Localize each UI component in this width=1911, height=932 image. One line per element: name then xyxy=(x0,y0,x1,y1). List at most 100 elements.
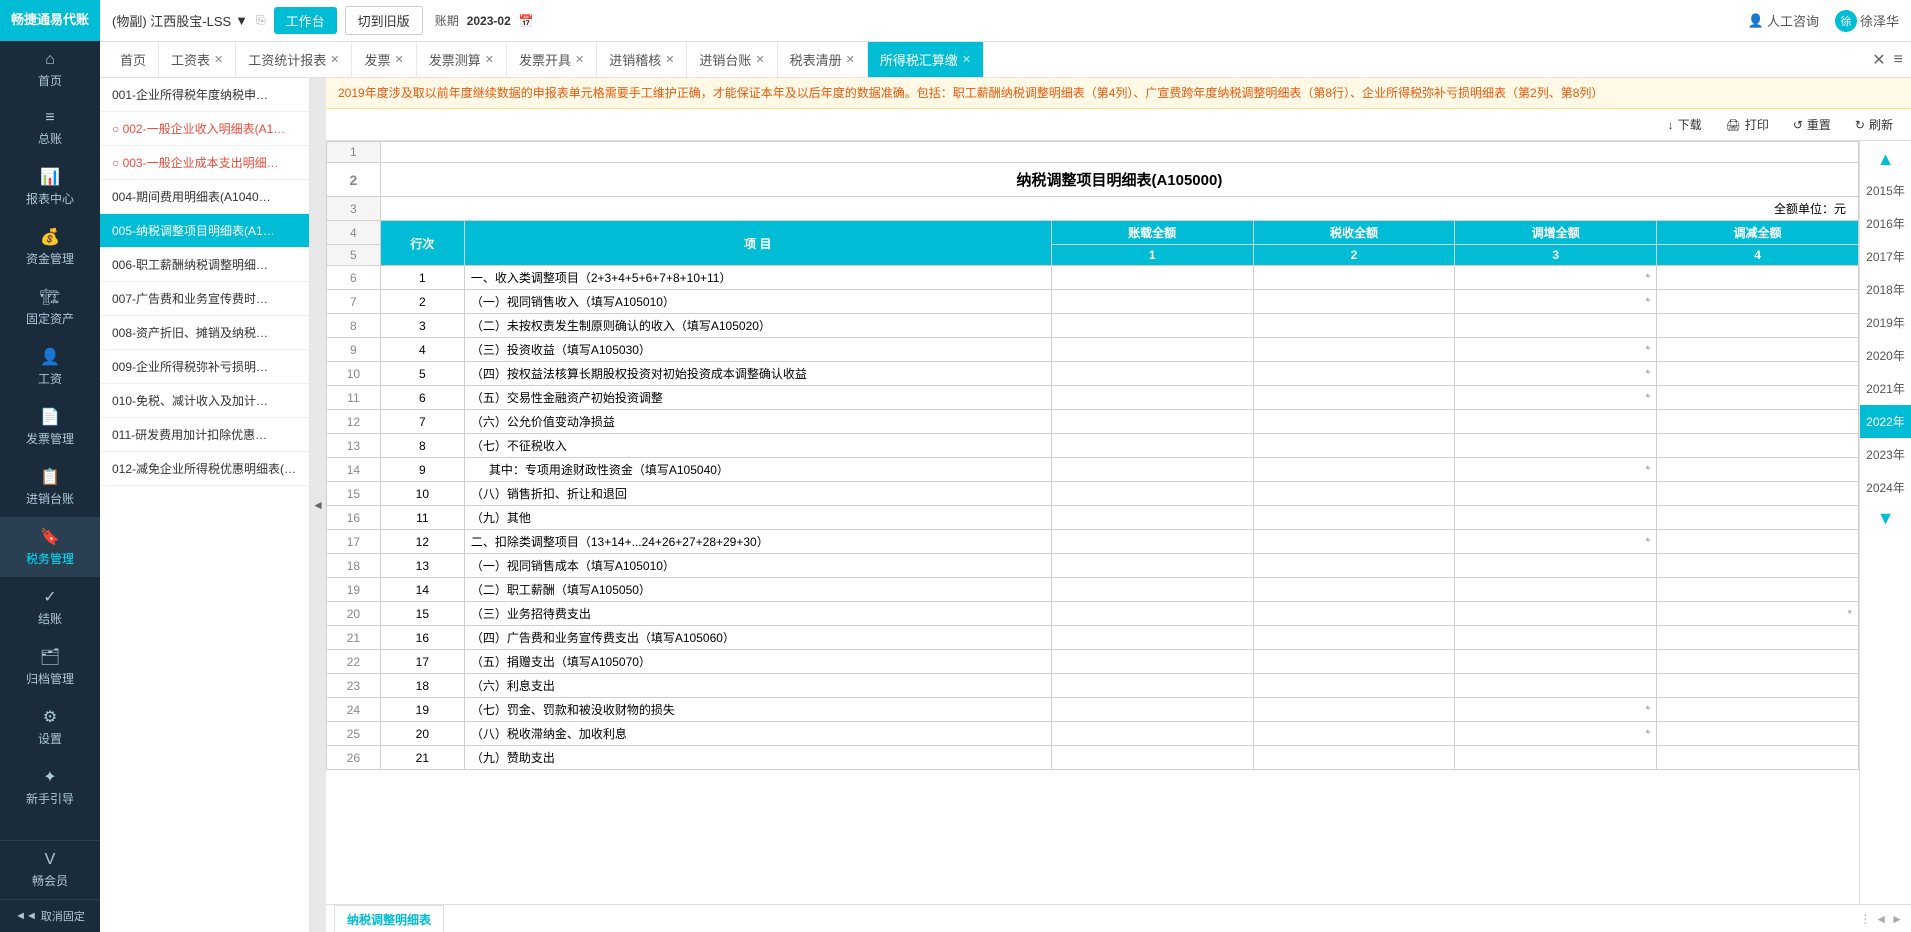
sidebar-item-settings[interactable]: ⚙ 设置 xyxy=(0,697,100,757)
left-panel-item-002[interactable]: ○ 002-一般企业收入明细表(A1… xyxy=(100,112,309,146)
tab-payroll[interactable]: 工资表✕ xyxy=(159,42,236,78)
sidebar-item-archive[interactable]: 🗂 归档管理 xyxy=(0,637,100,697)
content-area: 001-企业所得税年度纳税申… ○ 002-一般企业收入明细表(A1… ○ 00… xyxy=(100,78,1911,932)
workbench-button[interactable]: 工作台 xyxy=(274,7,337,34)
spreadsheet-wrapper[interactable]: 1 2 纳税调整项目明细表(A105000) 3 全额单位：元 xyxy=(326,141,1859,904)
sidebar-item-ledger[interactable]: ≡ 总账 xyxy=(0,99,100,157)
left-panel-item-011[interactable]: 011-研发费用加计扣除优惠… xyxy=(100,418,309,452)
left-panel-item-009[interactable]: 009-企业所得税弥补亏损明… xyxy=(100,350,309,384)
fixed-asset-icon: 🏗 xyxy=(40,287,60,307)
copy-icon[interactable]: ⎘ xyxy=(256,13,266,28)
close-tab-tax-list[interactable]: ✕ xyxy=(846,53,855,66)
sidebar-item-member[interactable]: V 畅会员 xyxy=(0,841,100,899)
tab-tax-list[interactable]: 税表清册✕ xyxy=(778,42,868,78)
sidebar-item-report[interactable]: 📊 报表中心 xyxy=(0,157,100,217)
sidebar-item-payroll[interactable]: 👤 工资 xyxy=(0,337,100,397)
sidebar-item-settle[interactable]: ✓ 结账 xyxy=(0,577,100,637)
col-num-4: 4 xyxy=(1657,245,1859,266)
tab-income-tax[interactable]: 所得税汇算缴✕ xyxy=(868,42,984,78)
left-panel-item-012[interactable]: 012-减免企业所得税优惠明细表(… xyxy=(100,452,309,486)
close-tab-purchase-audit[interactable]: ✕ xyxy=(665,53,674,66)
tab-purchase-ledger[interactable]: 进销台账✕ xyxy=(687,42,777,78)
col-num-3: 3 xyxy=(1455,245,1657,266)
sidebar-item-purchase-sale[interactable]: 📋 进销台账 xyxy=(0,457,100,517)
sidebar-item-fixed-asset[interactable]: 🏗 固定资产 xyxy=(0,277,100,337)
left-panel-item-004[interactable]: 004-期间费用明细表(A1040… xyxy=(100,180,309,214)
consult-link[interactable]: 👤 人工咨询 xyxy=(1748,11,1819,30)
sidebar-item-guide[interactable]: ✦ 新手引导 xyxy=(0,757,100,817)
tab-invoice-calc[interactable]: 发票测算✕ xyxy=(417,42,507,78)
sidebar-item-asset-mgmt[interactable]: 💰 资金管理 xyxy=(0,217,100,277)
print-button[interactable]: 🖨 打印 xyxy=(1720,113,1775,136)
year-nav-down[interactable]: ▼ xyxy=(1873,504,1899,533)
sidebar-item-tax[interactable]: 🔖 税务管理 xyxy=(0,517,100,577)
close-tab-purchase-ledger[interactable]: ✕ xyxy=(755,53,764,66)
table-row: 13 8 （七）不征税收入 xyxy=(327,434,1859,458)
nav-more-icon[interactable]: ≡ xyxy=(1894,51,1903,69)
year-item-2023[interactable]: 2023年 xyxy=(1860,438,1911,471)
reset-button[interactable]: ↺ 重置 xyxy=(1787,113,1837,136)
consult-icon: 👤 xyxy=(1748,13,1764,29)
tab-invoice[interactable]: 发票✕ xyxy=(352,42,416,78)
calendar-icon[interactable]: 📅 xyxy=(519,14,534,28)
table-row: 19 14 （二）职工薪酬（填写A105050） xyxy=(327,578,1859,602)
company-selector[interactable]: (物副) 江西股宝-LSS ▼ xyxy=(112,11,248,30)
tab-home[interactable]: 首页 xyxy=(108,42,159,78)
year-item-2017[interactable]: 2017年 xyxy=(1860,240,1911,273)
sheet-toolbar: ↓ 下载 🖨 打印 ↺ 重置 ↻ 刷新 xyxy=(326,109,1911,141)
left-panel-item-007[interactable]: 007-广告费和业务宣传费时… xyxy=(100,282,309,316)
sidebar-item-label: 畅会员 xyxy=(32,872,68,889)
left-panel-item-010[interactable]: 010-免税、减计收入及加计… xyxy=(100,384,309,418)
close-all-icon[interactable]: ✕ xyxy=(1872,50,1885,70)
topbar: (物副) 江西股宝-LSS ▼ ⎘ 工作台 切到旧版 账期 2023-02 📅 … xyxy=(100,0,1911,42)
close-tab-payroll-report[interactable]: ✕ xyxy=(330,53,339,66)
refresh-button[interactable]: ↻ 刷新 xyxy=(1849,113,1899,136)
download-icon: ↓ xyxy=(1668,118,1674,132)
year-item-2024[interactable]: 2024年 xyxy=(1860,471,1911,504)
year-item-2016[interactable]: 2016年 xyxy=(1860,207,1911,240)
left-panel-item-005[interactable]: 005-纳税调整项目明细表(A1… xyxy=(100,214,309,248)
user-avatar: 徐 xyxy=(1835,10,1857,32)
close-tab-invoice[interactable]: ✕ xyxy=(395,53,404,66)
year-panel: ▲ 2015年 2016年 2017年 2018年 2019年 2020年 20… xyxy=(1859,141,1911,904)
pin-sidebar-button[interactable]: ◄◄ 取消固定 xyxy=(0,899,100,932)
tab-invoice-issue[interactable]: 发票开具✕ xyxy=(507,42,597,78)
tab-purchase-audit[interactable]: 进销稽核✕ xyxy=(597,42,687,78)
close-tab-income-tax[interactable]: ✕ xyxy=(962,53,971,66)
sidebar-item-label: 报表中心 xyxy=(26,190,74,207)
sidebar-item-label: 首页 xyxy=(38,72,62,89)
year-nav-up[interactable]: ▲ xyxy=(1873,145,1899,174)
refresh-icon: ↻ xyxy=(1855,118,1865,132)
table-row: 18 13 （一）视同销售成本（填写A105010） xyxy=(327,554,1859,578)
year-item-2018[interactable]: 2018年 xyxy=(1860,273,1911,306)
invoice-icon: 📄 xyxy=(40,407,60,427)
user-info[interactable]: 徐 徐泽华 xyxy=(1835,10,1899,32)
close-tab-invoice-issue[interactable]: ✕ xyxy=(575,53,584,66)
left-panel-item-006[interactable]: 006-职工薪酬纳税调整明细… xyxy=(100,248,309,282)
sidebar-item-invoice[interactable]: 📄 发票管理 xyxy=(0,397,100,457)
close-tab-payroll[interactable]: ✕ xyxy=(214,53,223,66)
left-panel-item-001[interactable]: 001-企业所得税年度纳税申… xyxy=(100,78,309,112)
left-panel-item-003[interactable]: ○ 003-一般企业成本支出明细… xyxy=(100,146,309,180)
sidebar-item-label: 工资 xyxy=(38,370,62,387)
bottom-tab-adjust[interactable]: 纳税调整明细表 xyxy=(334,905,444,932)
archive-icon: 🗂 xyxy=(40,647,60,667)
report-icon: 📊 xyxy=(40,167,60,187)
year-item-2022[interactable]: 2022年 xyxy=(1860,405,1911,438)
tax-icon: 🔖 xyxy=(40,527,60,547)
old-version-button[interactable]: 切到旧版 xyxy=(345,6,423,35)
sidebar-item-label: 税务管理 xyxy=(26,550,74,567)
download-button[interactable]: ↓ 下载 xyxy=(1662,113,1708,136)
sidebar-item-home[interactable]: ⌂ 首页 xyxy=(0,41,100,99)
collapse-panel-button[interactable]: ◄ xyxy=(310,78,326,932)
year-item-2019[interactable]: 2019年 xyxy=(1860,306,1911,339)
settings-icon: ⚙ xyxy=(43,707,57,727)
year-item-2015[interactable]: 2015年 xyxy=(1860,174,1911,207)
close-tab-invoice-calc[interactable]: ✕ xyxy=(485,53,494,66)
left-panel-item-008[interactable]: 008-资产折旧、摊销及纳税… xyxy=(100,316,309,350)
col-header-c1: 账载全额 xyxy=(1051,221,1253,245)
tab-payroll-report[interactable]: 工资统计报表✕ xyxy=(236,42,352,78)
warning-banner: 2019年度涉及取以前年度继续数据的申报表单元格需要手工维护正确，才能保证本年及… xyxy=(326,78,1911,109)
year-item-2020[interactable]: 2020年 xyxy=(1860,339,1911,372)
year-item-2021[interactable]: 2021年 xyxy=(1860,372,1911,405)
